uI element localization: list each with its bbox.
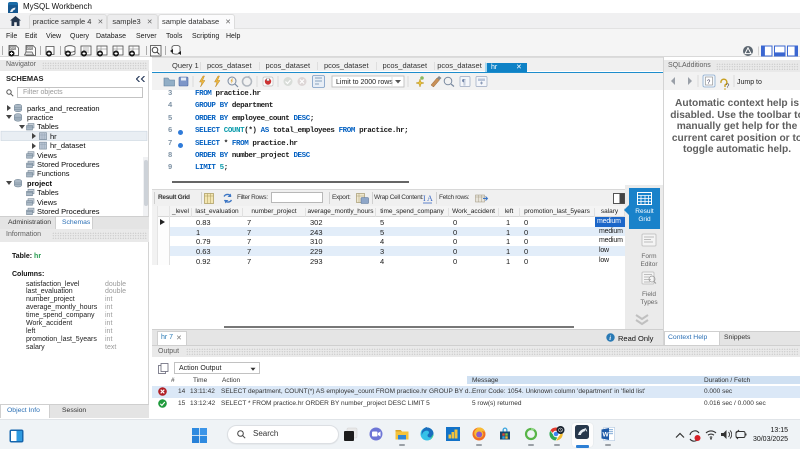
svg-text:A: A: [427, 194, 433, 203]
svg-text:W: W: [603, 432, 610, 439]
svg-text:i: i: [609, 335, 611, 342]
svg-text:¶: ¶: [462, 78, 466, 87]
svg-text:Jump to: Jump to: [737, 79, 762, 86]
svg-text:SQL: SQL: [27, 46, 33, 50]
svg-text:?: ?: [726, 84, 730, 90]
svg-text:I: I: [423, 194, 426, 203]
svg-text:Limit to 2000 rows: Limit to 2000 rows: [336, 79, 393, 86]
svg-text:SQL: SQL: [10, 46, 16, 50]
